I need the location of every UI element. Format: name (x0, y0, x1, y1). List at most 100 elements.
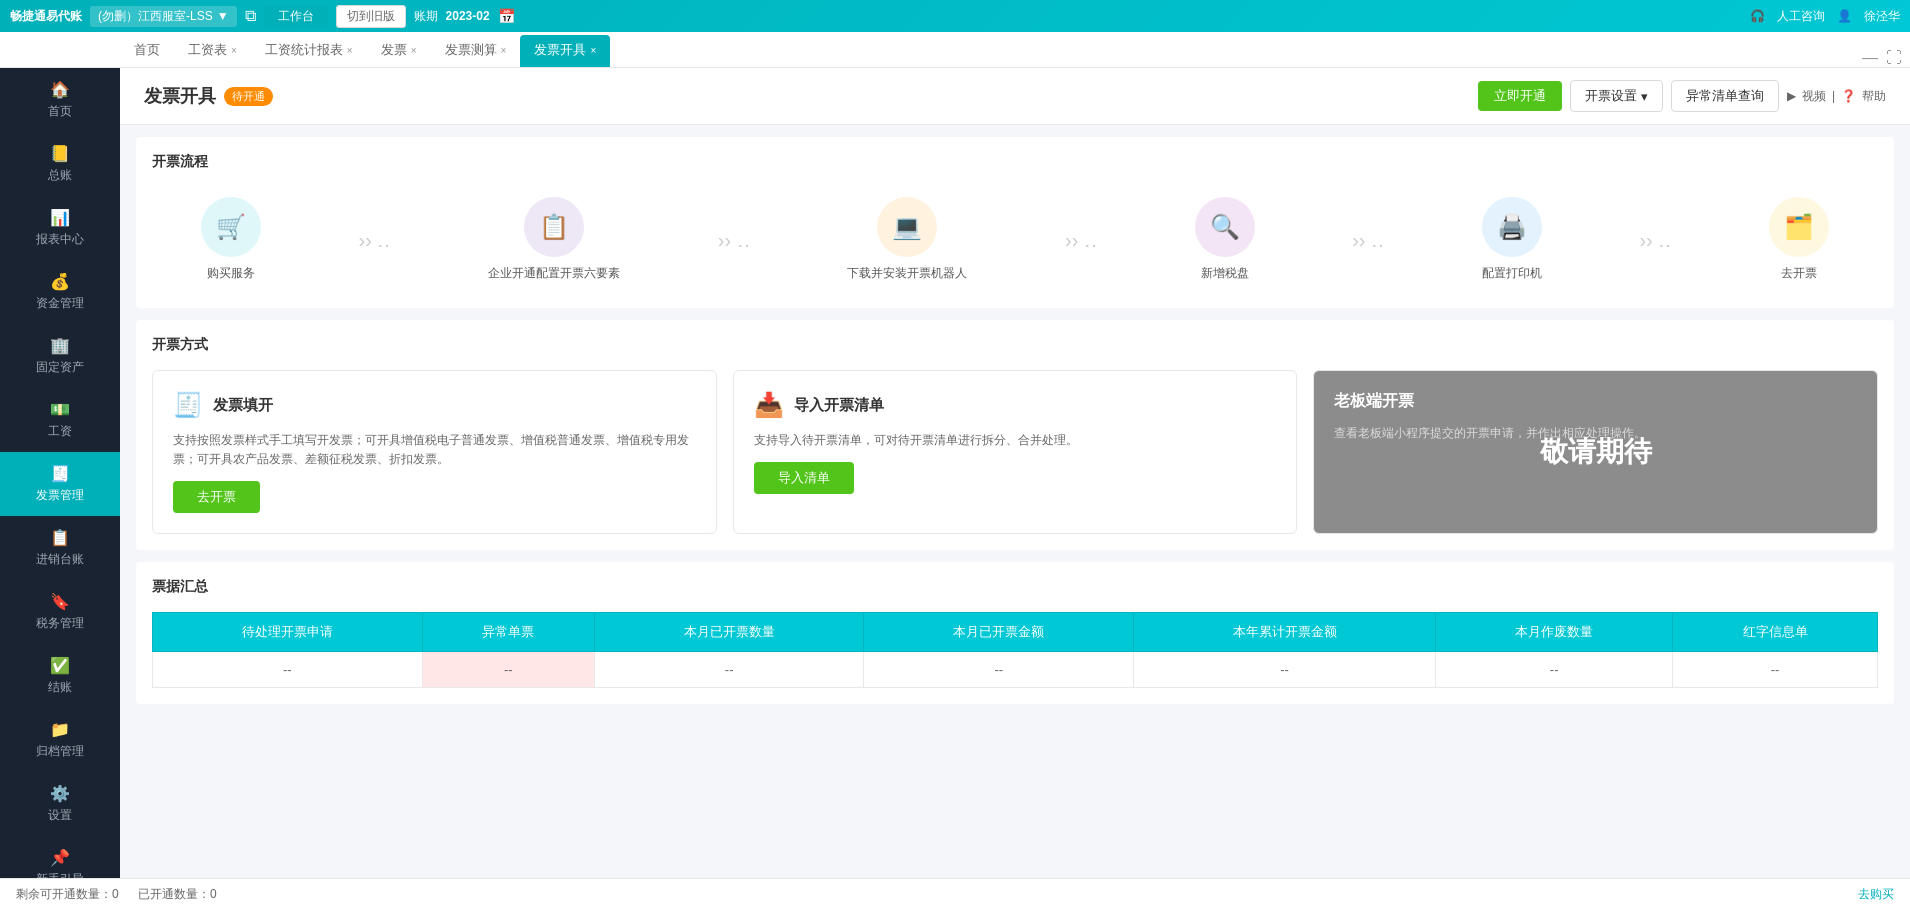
sidebar-tax-label: 税务管理 (36, 615, 84, 632)
help-label[interactable]: 视频 (1802, 88, 1826, 105)
sidebar-item-guide[interactable]: 📌 新手引导 (0, 836, 120, 878)
flow-step-2[interactable]: 📋 企业开通配置开票六要素 (488, 197, 620, 282)
sidebar-item-archive[interactable]: 📁 归档管理 (0, 708, 120, 772)
tab-home[interactable]: 首页 (120, 35, 174, 67)
summary-cell-5: -- (1436, 652, 1673, 688)
flow-title: 开票流程 (152, 153, 1878, 171)
tab-invoice-calc[interactable]: 发票测算 × (431, 35, 521, 67)
tab-invoice[interactable]: 发票 × (367, 35, 431, 67)
arrow-3: ›› ‥ (1065, 228, 1097, 252)
step-label-6: 去开票 (1781, 265, 1817, 282)
buy-link[interactable]: 去购买 (1858, 886, 1894, 903)
tab-payroll-stats-close[interactable]: × (347, 45, 353, 56)
workbench-button[interactable]: 工作台 (264, 5, 328, 28)
tab-invoice-open[interactable]: 发票开具 × (520, 35, 610, 67)
method-header-1: 🧾 发票填开 (173, 391, 696, 419)
billing-title: 开票方式 (152, 336, 1878, 354)
step-icon-3: 💻 (877, 197, 937, 257)
method-desc-2: 支持导入待开票清单，可对待开票清单进行拆分、合并处理。 (754, 431, 1277, 450)
summary-header-1: 异常单票 (422, 613, 594, 652)
sidebar-item-ledger[interactable]: 📒 总账 (0, 132, 120, 196)
customer-service-label[interactable]: 人工咨询 (1777, 8, 1825, 25)
flow-step-6[interactable]: 🗂️ 去开票 (1769, 197, 1829, 282)
settings-button[interactable]: 开票设置 ▾ (1570, 80, 1663, 112)
instant-open-button[interactable]: 立即开通 (1478, 81, 1562, 111)
app-logo: 畅捷通易代账 (10, 8, 82, 25)
calendar-icon[interactable]: 📅 (498, 8, 515, 24)
invoice-icon: 🧾 (50, 464, 70, 483)
method-card-3: 老板端开票 查看老板端小程序提交的开票申请，并作出相应处理操作。 敬请期待 (1313, 370, 1878, 534)
method-header-3: 老板端开票 (1334, 391, 1857, 412)
restore-icon[interactable]: ⛶ (1886, 49, 1902, 67)
sidebar-item-invoice[interactable]: 🧾 发票管理 (0, 452, 120, 516)
company-name: (勿删）江西服室-LSS (98, 8, 213, 25)
tab-invoice-calc-close[interactable]: × (501, 45, 507, 56)
flow-step-1[interactable]: 🛒 购买服务 (201, 197, 261, 282)
sidebar-item-purchase[interactable]: 📋 进销台账 (0, 516, 120, 580)
method-btn-2[interactable]: 导入清单 (754, 462, 854, 494)
switch-old-button[interactable]: 切到旧版 (336, 5, 406, 28)
flow-step-3[interactable]: 💻 下载并安装开票机器人 (847, 197, 967, 282)
dropdown-icon: ▼ (217, 9, 229, 23)
sidebar-ledger-label: 总账 (48, 167, 72, 184)
step-label-1: 购买服务 (207, 265, 255, 282)
tab-invoice-close[interactable]: × (411, 45, 417, 56)
tab-invoice-open-close[interactable]: × (590, 45, 596, 56)
help2-label[interactable]: 帮助 (1862, 88, 1886, 105)
sidebar-item-reports[interactable]: 📊 报表中心 (0, 196, 120, 260)
help-icon: ▶ (1787, 89, 1796, 103)
method-header-2: 📥 导入开票清单 (754, 391, 1277, 419)
summary-title: 票据汇总 (152, 578, 1878, 596)
step-icon-4: 🔍 (1195, 197, 1255, 257)
method-title-2: 导入开票清单 (794, 396, 884, 415)
help2-icon: ❓ (1841, 89, 1856, 103)
arrow-2: ›› ‥ (718, 228, 750, 252)
sidebar-item-settings[interactable]: ⚙️ 设置 (0, 772, 120, 836)
method-card-1: 🧾 发票填开 支持按照发票样式手工填写开发票；可开具增值税电子普通发票、增值税普… (152, 370, 717, 534)
period-label: 账期 (414, 8, 438, 25)
arrow-4: ›› ‥ (1352, 228, 1384, 252)
copy-icon[interactable]: ⧉ (245, 7, 256, 25)
sidebar-item-home[interactable]: 🏠 首页 (0, 68, 120, 132)
summary-header-0: 待处理开票申请 (153, 613, 423, 652)
step-label-2: 企业开通配置开票六要素 (488, 265, 620, 282)
user-name[interactable]: 徐泾华 (1864, 8, 1900, 25)
opened-label: 已开通数量：0 (138, 887, 217, 901)
tab-payroll[interactable]: 工资表 × (174, 35, 251, 67)
abnormal-query-button[interactable]: 异常清单查询 (1671, 80, 1779, 112)
tab-payroll-close[interactable]: × (231, 45, 237, 56)
summary-cell-6: -- (1673, 652, 1878, 688)
sidebar-item-payroll[interactable]: 💵 工资 (0, 388, 120, 452)
summary-section: 票据汇总 待处理开票申请 异常单票 本月已开票数量 本月已开票金额 本年累计开票… (136, 562, 1894, 704)
minimize-icon[interactable]: — (1862, 49, 1878, 67)
summary-cell-0: -- (153, 652, 423, 688)
sidebar-item-tax[interactable]: 🔖 税务管理 (0, 580, 120, 644)
summary-cell-1: -- (422, 652, 594, 688)
sidebar-item-assets[interactable]: 🏢 固定资产 (0, 324, 120, 388)
flow-step-4[interactable]: 🔍 新增税盘 (1195, 197, 1255, 282)
customer-service-icon[interactable]: 🎧 (1750, 9, 1765, 23)
assets-icon: 🏢 (50, 336, 70, 355)
company-selector[interactable]: (勿删）江西服室-LSS ▼ (90, 6, 237, 27)
method-card-2: 📥 导入开票清单 支持导入待开票清单，可对待开票清单进行拆分、合并处理。 导入清… (733, 370, 1298, 534)
method-title-1: 发票填开 (213, 396, 273, 415)
sidebar-item-closing[interactable]: ✅ 结账 (0, 644, 120, 708)
step-label-5: 配置打印机 (1482, 265, 1542, 282)
billing-methods: 🧾 发票填开 支持按照发票样式手工填写开发票；可开具增值税电子普通发票、增值税普… (152, 370, 1878, 534)
bottom-bar: 剩余可开通数量：0 已开通数量：0 去购买 (0, 878, 1910, 910)
settings-button-label: 开票设置 (1585, 87, 1637, 105)
tab-invoice-open-label: 发票开具 (534, 41, 586, 59)
step-icon-5: 🖨️ (1482, 197, 1542, 257)
tab-payroll-stats[interactable]: 工资统计报表 × (251, 35, 367, 67)
sidebar-payroll-label: 工资 (48, 423, 72, 440)
sidebar-item-funds[interactable]: 💰 资金管理 (0, 260, 120, 324)
sidebar-funds-label: 资金管理 (36, 295, 84, 312)
archive-icon: 📁 (50, 720, 70, 739)
tax-icon: 🔖 (50, 592, 70, 611)
arrow-5: ›› ‥ (1639, 228, 1671, 252)
summary-header-6: 红字信息单 (1673, 613, 1878, 652)
flow-step-5[interactable]: 🖨️ 配置打印机 (1482, 197, 1542, 282)
sidebar: 🏠 首页 📒 总账 📊 报表中心 💰 资金管理 🏢 固定资产 💵 工资 🧾 发票… (0, 68, 120, 878)
header-actions: 立即开通 开票设置 ▾ 异常清单查询 ▶ 视频 | ❓ 帮助 (1478, 80, 1886, 112)
method-btn-1[interactable]: 去开票 (173, 481, 260, 513)
